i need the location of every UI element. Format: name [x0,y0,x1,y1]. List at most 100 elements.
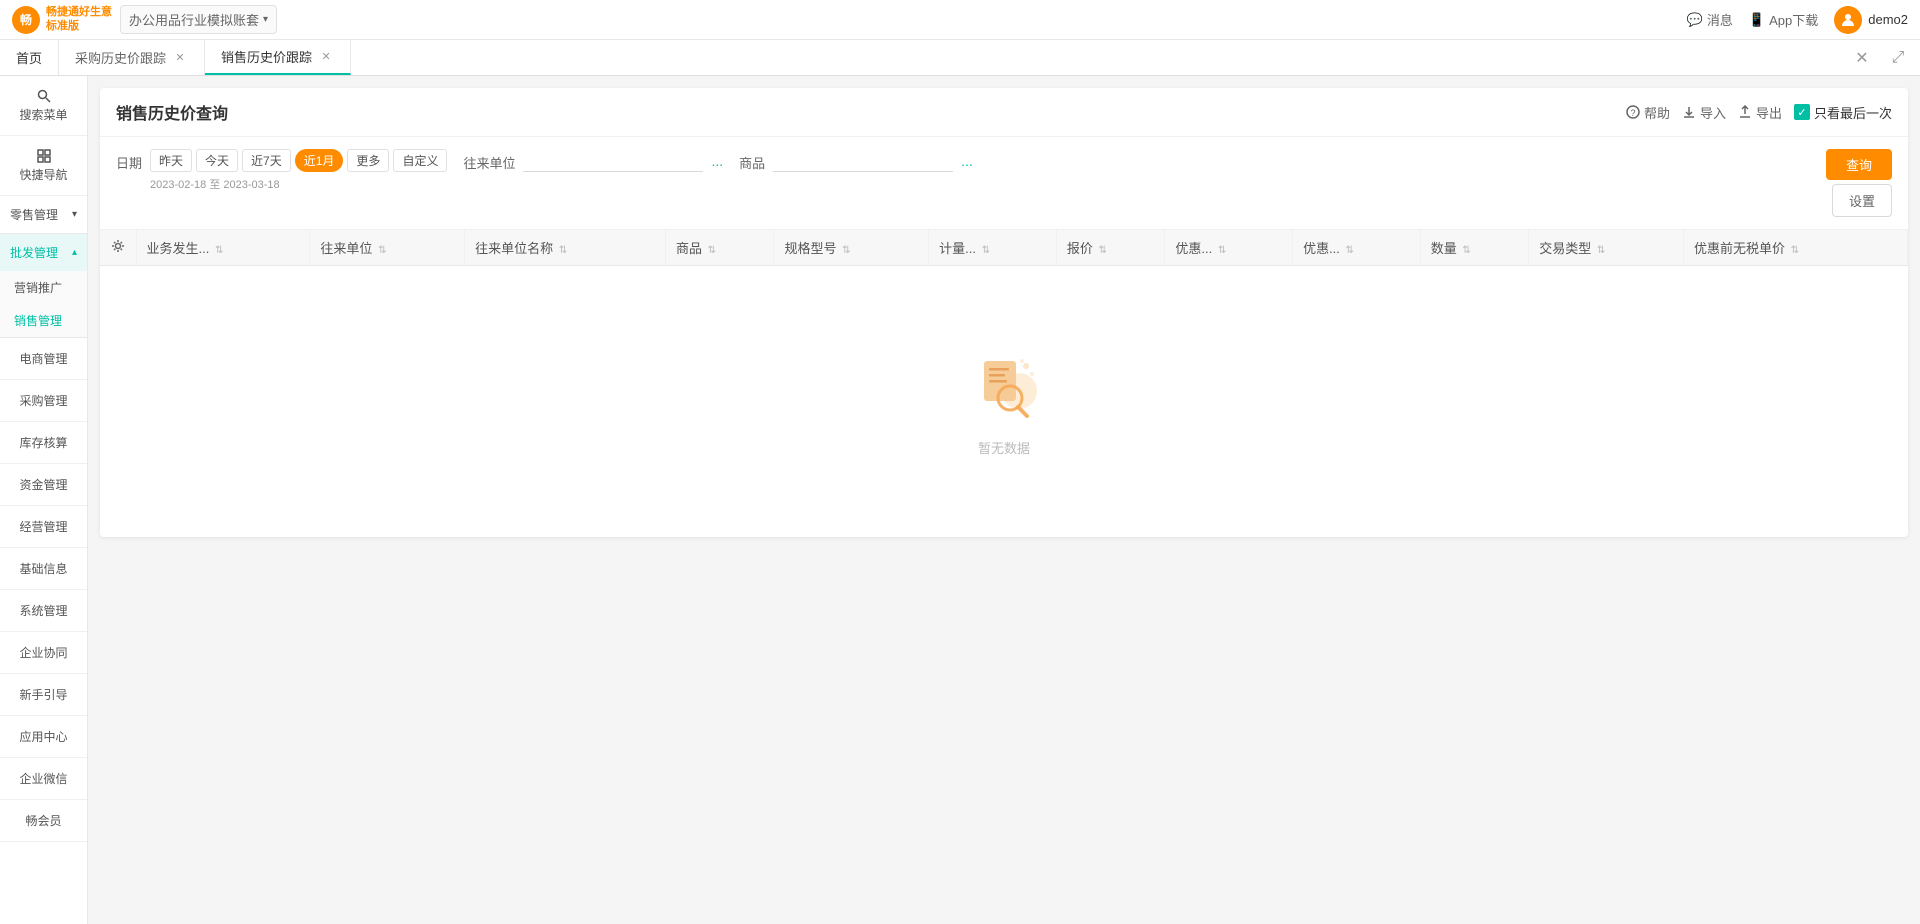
empty-state: 暂无数据 [100,266,1908,537]
th-biz-date[interactable]: 业务发生... ⇅ [136,230,310,266]
logo-icon: 畅 [12,6,40,34]
product-input[interactable] [773,150,953,172]
sidebar-item-purchase[interactable]: 采购管理 [0,380,87,422]
sidebar-management-label: 经营管理 [19,518,67,535]
app-download-label: App下载 [1769,10,1818,29]
sidebar-salesmgmt-label: 销售管理 [14,314,62,328]
date-btn-today[interactable]: 今天 [196,149,238,172]
page-header-actions: ? 帮助 导入 导出 ✓ 只看最后一次 [1626,103,1892,122]
th-discount2[interactable]: 优惠... ⇅ [1293,230,1421,266]
sidebar-wholesale-label: 批发管理 [10,244,58,261]
th-spec[interactable]: 规格型号 ⇅ [774,230,929,266]
sidebar-member-label: 畅会员 [25,812,61,829]
sidebar-group-wholesale: 批发管理 ▴ 营销推广 销售管理 [0,234,87,338]
th-partner-name[interactable]: 往来单位名称 ⇅ [465,230,666,266]
th-pretax-price[interactable]: 优惠前无税单价 ⇅ [1683,230,1907,266]
only-last-checkbox-group[interactable]: ✓ 只看最后一次 [1794,103,1892,122]
th-price[interactable]: 报价 ⇅ [1056,230,1164,266]
export-btn[interactable]: 导出 [1738,103,1782,122]
date-btn-yesterday[interactable]: 昨天 [150,149,192,172]
sidebar-item-guide[interactable]: 新手引导 [0,674,87,716]
tab-purchase[interactable]: 采购历史价跟踪 ✕ [59,40,205,75]
sidebar-item-basicinfo[interactable]: 基础信息 [0,548,87,590]
avatar [1834,6,1862,34]
sort-icon-spec: ⇅ [842,245,850,256]
th-product[interactable]: 商品 ⇅ [666,230,774,266]
th-gear[interactable] [100,230,136,266]
th-partner[interactable]: 往来单位 ⇅ [310,230,465,266]
source-unit-label: 往来单位 [463,149,515,172]
sidebar-item-finance[interactable]: 资金管理 [0,464,87,506]
sort-icon-discount2: ⇅ [1346,245,1354,256]
sidebar-item-marketing[interactable]: 营销推广 [0,271,87,304]
th-partner-label: 往来单位 [320,241,372,256]
top-bar: 畅 畅捷通好生意 标准版 办公用品行业模拟账套 ▾ 💬 消息 📱 App下载 d… [0,0,1920,40]
sidebar-item-ecommerce[interactable]: 电商管理 [0,338,87,380]
product-filter: 商品 ... [739,149,973,172]
th-partner-name-label: 往来单位名称 [475,241,553,256]
product-dots[interactable]: ... [961,153,973,169]
th-trade-type[interactable]: 交易类型 ⇅ [1529,230,1684,266]
table-header: 业务发生... ⇅ 往来单位 ⇅ 往来单位名称 ⇅ [100,230,1908,266]
logo-text: 畅捷通好生意 标准版 [46,6,112,32]
filter-row: 日期 昨天 今天 近7天 近1月 更多 自定义 2023-02-18 至 202… [100,137,1908,230]
app-selector-label: 办公用品行业模拟账套 [129,10,259,29]
th-discount2-label: 优惠... [1303,241,1340,256]
message-action[interactable]: 💬 消息 [1687,10,1733,29]
date-options: 昨天 今天 近7天 近1月 更多 自定义 2023-02-18 至 2023-0… [150,149,447,192]
source-unit-dots[interactable]: ... [711,153,723,169]
date-btn-more[interactable]: 更多 [347,149,389,172]
sales-tab-close[interactable]: ✕ [318,49,334,65]
svg-text:?: ? [1630,108,1635,118]
page-title: 销售历史价查询 [116,100,228,124]
sidebar-item-management[interactable]: 经营管理 [0,506,87,548]
sidebar-item-appcenter[interactable]: 应用中心 [0,716,87,758]
sidebar-item-inventory[interactable]: 库存核算 [0,422,87,464]
app-selector[interactable]: 办公用品行业模拟账套 ▾ [120,5,277,34]
sidebar-item-wholesale[interactable]: 批发管理 ▴ [0,234,87,271]
sidebar-item-member[interactable]: 畅会员 [0,800,87,842]
source-unit-filter: 往来单位 ... [463,149,723,172]
setting-btn[interactable]: 设置 [1832,184,1892,217]
date-btn-custom[interactable]: 自定义 [393,149,447,172]
top-bar-left: 畅 畅捷通好生意 标准版 办公用品行业模拟账套 ▾ [12,5,277,34]
date-btn-1month[interactable]: 近1月 [295,149,344,172]
username-label: demo2 [1868,12,1908,27]
th-unit[interactable]: 计量... ⇅ [929,230,1057,266]
date-btns: 昨天 今天 近7天 近1月 更多 自定义 [150,149,447,172]
user-info[interactable]: demo2 [1834,6,1908,34]
query-btn[interactable]: 查询 [1826,149,1892,180]
empty-state-icon [964,346,1044,426]
sidebar-item-sales-mgmt[interactable]: 销售管理 [0,304,87,337]
source-unit-input[interactable] [523,150,703,172]
sidebar-marketing-label: 营销推广 [14,281,62,295]
tab-sales[interactable]: 销售历史价跟踪 ✕ [205,40,351,75]
chevron-down-icon: ▾ [263,14,268,25]
sidebar-system-label: 系统管理 [19,602,67,619]
only-last-label: 只看最后一次 [1814,103,1892,122]
date-btn-7days[interactable]: 近7天 [242,149,291,172]
import-btn[interactable]: 导入 [1682,103,1726,122]
sidebar-item-retail[interactable]: 零售管理 ▾ [0,196,87,233]
maximize-window-btn[interactable]: ⤢ [1884,44,1912,72]
tab-home[interactable]: 首页 [0,40,59,75]
sidebar-item-search[interactable]: 搜索菜单 [0,76,87,136]
retail-expand-icon: ▾ [72,209,77,220]
close-window-btn[interactable]: ✕ [1848,44,1876,72]
help-btn[interactable]: ? 帮助 [1626,103,1670,122]
th-discount1[interactable]: 优惠... ⇅ [1165,230,1293,266]
app-download-action[interactable]: 📱 App下载 [1749,10,1818,29]
app-icon: 📱 [1749,12,1765,28]
sidebar-item-system[interactable]: 系统管理 [0,590,87,632]
sidebar-item-entweixin[interactable]: 企业微信 [0,758,87,800]
sidebar-item-collab[interactable]: 企业协同 [0,632,87,674]
th-biz-date-label: 业务发生... [147,241,210,256]
help-icon: ? [1626,105,1640,119]
sidebar-item-quicknav[interactable]: 快捷导航 [0,136,87,196]
wholesale-expand-icon: ▴ [72,247,77,258]
sidebar: 搜索菜单 快捷导航 零售管理 ▾ 批发管理 ▴ 营销推广 销售管理 电商管 [0,76,88,924]
purchase-tab-close[interactable]: ✕ [172,50,188,66]
th-qty[interactable]: 数量 ⇅ [1420,230,1528,266]
only-last-checkbox[interactable]: ✓ [1794,104,1810,120]
product-label: 商品 [739,149,765,172]
